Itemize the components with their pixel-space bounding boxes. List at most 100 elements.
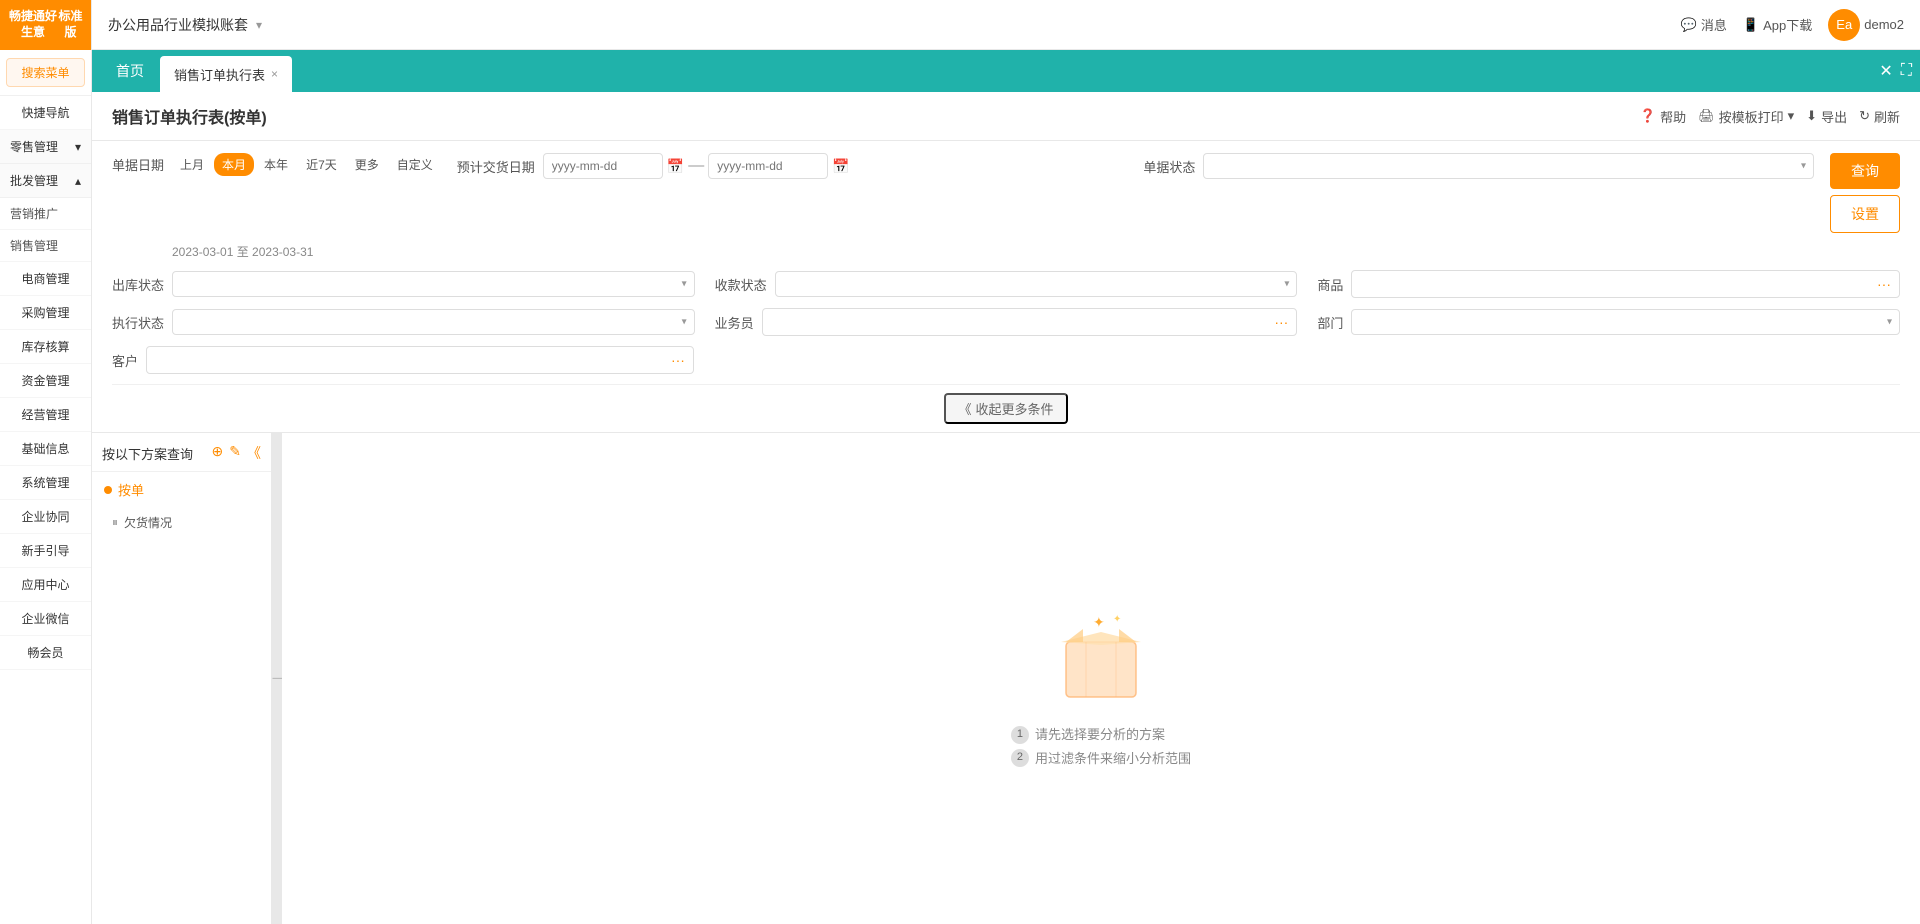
delivery-status-select[interactable] [172,271,695,297]
sidebar-item-enterprise[interactable]: 企业协同 [0,500,91,534]
app-download-button[interactable]: 📱 App下载 [1743,15,1812,34]
sidebar-sub-item-marketing[interactable]: 营销推广 [0,198,91,230]
date-label: 单据日期 [112,155,164,174]
product-ellipsis[interactable]: ··· [1877,276,1891,292]
plan-sub-label: 欠货情况 [124,514,172,531]
exec-status-group: 执行状态 ▾ [112,309,695,335]
dept-select-wrapper: ▾ [1351,309,1900,335]
refresh-label: 刷新 [1874,107,1900,126]
payment-status-group: 收款状态 ▾ [715,271,1298,297]
maximize-icon[interactable]: ⛶ [1901,62,1912,80]
page-title: 销售订单执行表(按单) [112,104,267,140]
delivery-status-group: 出库状态 ▾ [112,271,695,297]
collapse-panel-icon[interactable]: 《 [247,443,261,463]
expected-date-label: 预计交货日期 [457,157,535,176]
sidebar-item-system[interactable]: 系统管理 [0,466,91,500]
sidebar-item-ecommerce[interactable]: 电商管理 [0,262,91,296]
sidebar-search-section: 搜索菜单 [0,50,91,96]
svg-text:✦: ✦ [1093,614,1105,630]
message-button[interactable]: 💬 消息 [1681,15,1727,34]
date-tab-prev-month[interactable]: 上月 [172,153,212,176]
tab-bar-right: ✕ ⛶ [1879,61,1912,81]
plan-item-by-order[interactable]: 按单 [92,472,271,507]
empty-step-1: 1 请先选择要分析的方案 [1011,723,1191,746]
left-panel-collapse-handle[interactable]: | [272,433,282,924]
edit-plan-icon[interactable]: ✎ [229,443,241,463]
step-num-1: 1 [1011,726,1029,744]
settings-button[interactable]: 设置 [1830,195,1900,233]
sidebar-item-quick-nav[interactable]: 快捷导航 [0,96,91,130]
message-label: 消息 [1701,15,1727,34]
date-tab-custom[interactable]: 自定义 [389,153,441,176]
customer-group: 客户 ··· [112,346,694,374]
export-button[interactable]: ⬇ 导出 [1806,107,1847,126]
plan-sub-item-shortage[interactable]: ⏸ 欠货情况 [92,507,271,538]
date-tabs: 上月 本月 本年 近7天 更多 自定义 [172,153,441,176]
svg-text:✦: ✦ [1113,614,1121,625]
end-date-input[interactable] [708,153,828,179]
workspace-arrow[interactable]: ▾ [256,18,262,32]
salesperson-input[interactable]: ··· [762,308,1298,336]
sidebar-item-wechat[interactable]: 企业微信 [0,602,91,636]
collapse-icon: 《 [958,399,971,418]
filter-row-2: 出库状态 ▾ 收款状态 [112,270,1900,298]
sidebar-sub-item-sales[interactable]: 销售管理 [0,230,91,262]
print-arrow: ▾ [1788,108,1795,124]
exec-status-select[interactable] [172,309,695,335]
filter-row-3: 执行状态 ▾ 业务员 ··· [112,308,1900,336]
export-icon: ⬇ [1806,108,1817,124]
date-tab-more[interactable]: 更多 [347,153,387,176]
sidebar-item-appstore[interactable]: 应用中心 [0,568,91,602]
sidebar-item-member[interactable]: 畅会员 [0,636,91,670]
customer-ellipsis[interactable]: ··· [671,352,685,368]
start-date-icon[interactable]: 📅 [667,158,684,175]
sidebar-item-retail[interactable]: 零售管理 ▾ [0,130,91,164]
main-area: 办公用品行业模拟账套 ▾ 💬 消息 📱 App下载 Ea demo2 首页 [92,0,1920,924]
tab-sales-order[interactable]: 销售订单执行表 × [160,56,292,92]
end-date-icon[interactable]: 📅 [832,158,849,175]
sidebar: 畅捷通好生意 标准版 搜索菜单 快捷导航 零售管理 ▾ 批发管理 ▴ 营销推广 … [0,0,92,924]
tab-close-button[interactable]: × [271,67,278,81]
top-bar: 办公用品行业模拟账套 ▾ 💬 消息 📱 App下载 Ea demo2 [92,0,1920,50]
empty-step-2: 2 用过滤条件来缩小分析范围 [1011,747,1191,770]
left-panel: 按以下方案查询 ⊕ ✎ 《 按单 ⏸ 欠货情况 [92,433,272,924]
sidebar-item-purchase[interactable]: 采购管理 [0,296,91,330]
bill-status-group: 单据状态 ▾ [1143,153,1814,179]
dept-select[interactable] [1351,309,1900,335]
start-date-input[interactable] [543,153,663,179]
app-logo: 畅捷通好生意 标准版 [0,0,91,50]
content-area: 销售订单执行表(按单) ❓ 帮助 🖨 按模板打印 ▾ ⬇ 导出 ↻ 刷新 [92,92,1920,924]
query-button[interactable]: 查询 [1830,153,1900,189]
step-num-2: 2 [1011,749,1029,767]
plan-label: 按单 [118,480,144,499]
date-tab-7days[interactable]: 近7天 [298,153,345,176]
date-tab-year[interactable]: 本年 [256,153,296,176]
date-tab-current-month[interactable]: 本月 [214,153,254,176]
payment-status-select[interactable] [775,271,1298,297]
tab-home[interactable]: 首页 [100,50,160,92]
sidebar-item-inventory[interactable]: 库存核算 [0,330,91,364]
refresh-button[interactable]: ↻ 刷新 [1859,107,1900,126]
salesperson-label: 业务员 [715,313,754,332]
sidebar-item-operations[interactable]: 经营管理 [0,398,91,432]
sidebar-item-basics[interactable]: 基础信息 [0,432,91,466]
sidebar-item-newbie[interactable]: 新手引导 [0,534,91,568]
bill-status-select[interactable] [1203,153,1814,179]
date-filter-group: 单据日期 上月 本月 本年 近7天 更多 自定义 [112,153,441,176]
close-window-icon[interactable]: ✕ [1879,61,1892,81]
search-menu-button[interactable]: 搜索菜单 [6,58,85,87]
customer-input[interactable]: ··· [146,346,694,374]
sidebar-item-finance[interactable]: 资金管理 [0,364,91,398]
empty-illustration: ✦ ✦ [1041,587,1161,707]
top-bar-left: 办公用品行业模拟账套 ▾ [108,15,262,35]
sidebar-item-wholesale[interactable]: 批发管理 ▴ [0,164,91,198]
product-input[interactable]: ··· [1351,270,1900,298]
print-button[interactable]: 🖨 按模板打印 ▾ [1698,107,1794,126]
add-plan-icon[interactable]: ⊕ [212,443,224,463]
help-button[interactable]: ❓ 帮助 [1640,107,1686,126]
user-avatar-area[interactable]: Ea demo2 [1828,9,1904,41]
salesperson-ellipsis[interactable]: ··· [1274,314,1288,330]
collapse-button[interactable]: 《 收起更多条件 [944,393,1067,424]
delivery-select-wrapper: ▾ [172,271,695,297]
bill-status-label: 单据状态 [1143,157,1195,176]
